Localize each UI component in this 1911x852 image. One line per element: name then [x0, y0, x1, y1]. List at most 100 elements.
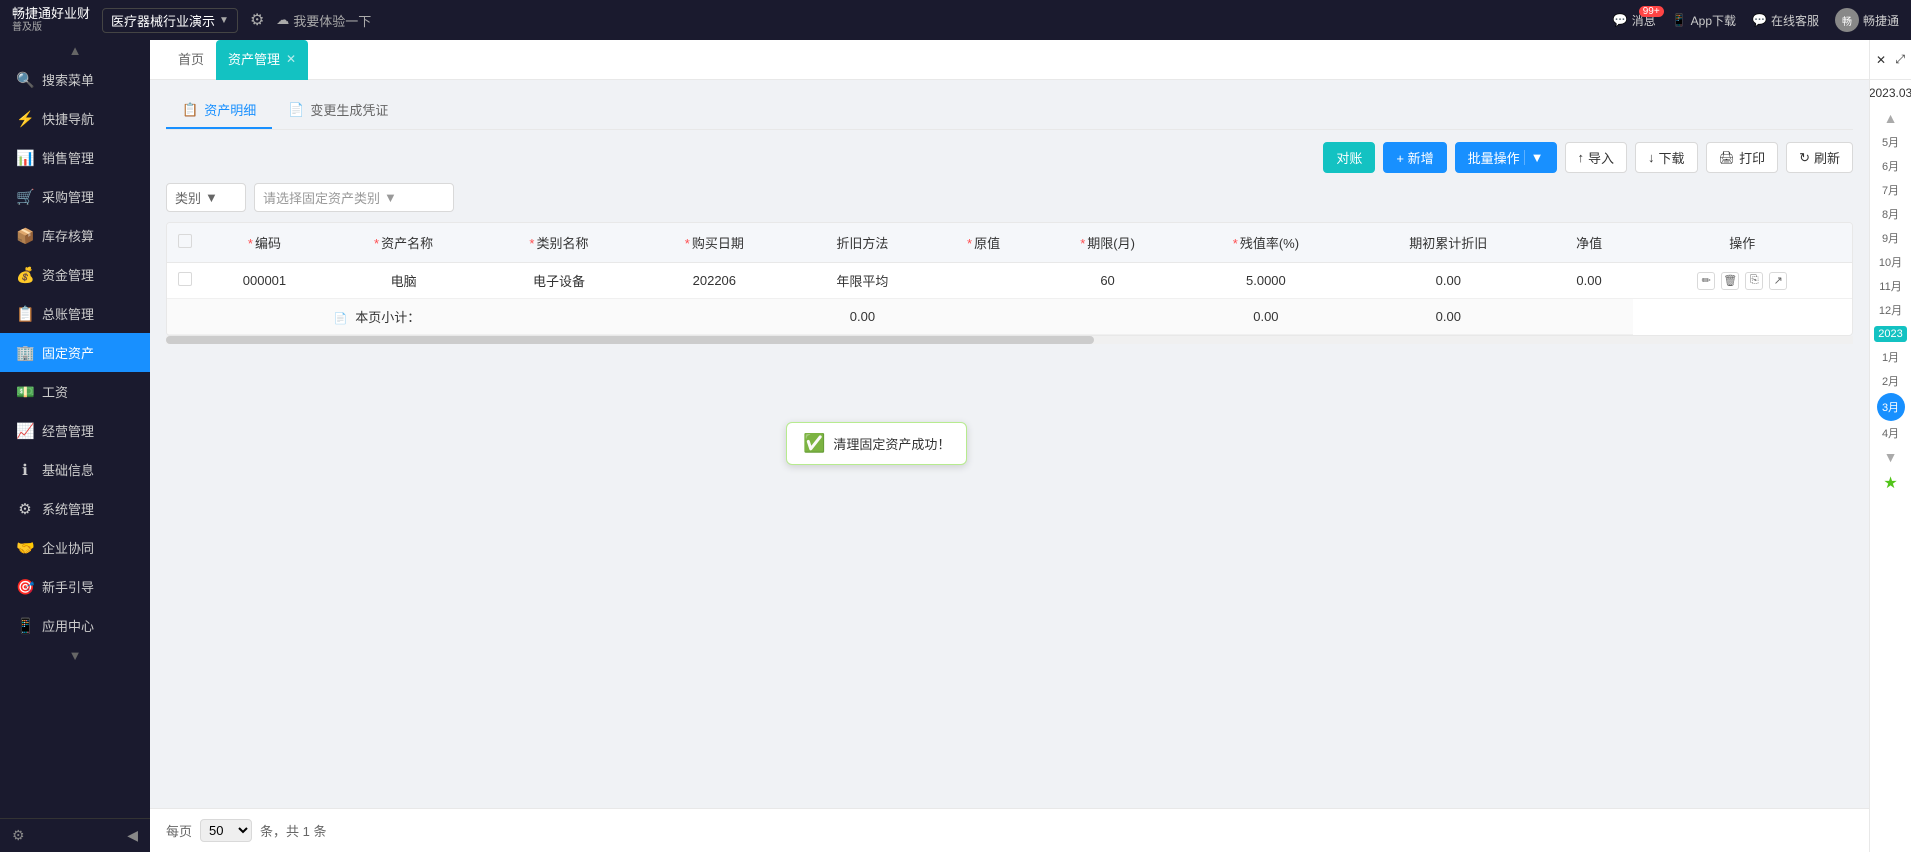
app-version: 普及版: [12, 22, 90, 34]
sidebar-item-finance[interactable]: 💰 资金管理: [0, 255, 150, 294]
tab-close-icon[interactable]: ✕: [286, 52, 296, 66]
new-button[interactable]: + 新增: [1383, 142, 1446, 173]
app-download-btn[interactable]: 📱 App下载: [1672, 12, 1736, 29]
row-name: 电脑: [326, 263, 481, 299]
star-icon: ★: [1883, 475, 1897, 492]
edit-icon[interactable]: ✏: [1697, 272, 1715, 290]
tabs-bar: 首页 资产管理 ✕: [150, 40, 1869, 80]
month-4[interactable]: 4月: [1880, 421, 1901, 445]
subtotal-label: 📄 本页小计：: [326, 299, 792, 335]
page-content: 📋 资产明细 📄 变更生成凭证 对账 + 新增 批量操作 ▼: [150, 80, 1869, 808]
sub-tab-asset-detail[interactable]: 📋 资产明细: [166, 92, 272, 129]
delete-icon[interactable]: 🗑: [1721, 272, 1739, 290]
sidebar-item-sales[interactable]: 📊 销售管理: [0, 138, 150, 177]
sidebar-item-system[interactable]: ⚙ 系统管理: [0, 489, 150, 528]
subtotal-net-value: 0.00: [1351, 299, 1546, 335]
month-12[interactable]: 12月: [1877, 298, 1904, 322]
row-checkbox[interactable]: [167, 263, 203, 299]
year-label: 2023.03: [1869, 80, 1911, 106]
asset-detail-icon: 📋: [182, 102, 198, 118]
experience-btn[interactable]: ☁ 我要体验一下: [276, 11, 371, 30]
duizhang-button[interactable]: 对账: [1323, 142, 1375, 173]
subtotal-original-value: 0.00: [792, 299, 933, 335]
header-checkbox[interactable]: [178, 234, 192, 248]
scroll-down-arrow[interactable]: ▼: [1880, 445, 1902, 469]
asset-table-inner: *编码 *资产名称 *类别名称 *购买日期 折旧方法 *原值 *期限(月) *残…: [167, 223, 1852, 335]
col-purchase-date: *购买日期: [637, 223, 792, 263]
download-button[interactable]: ↓ 下载: [1635, 142, 1698, 173]
horizontal-scrollbar[interactable]: [166, 336, 1853, 344]
gear-icon[interactable]: ⚙: [250, 10, 264, 30]
sidebar-scroll-down[interactable]: ▼: [0, 645, 150, 665]
row-code: 000001: [203, 263, 326, 299]
tab-asset-management[interactable]: 资产管理 ✕: [216, 40, 308, 80]
month-5[interactable]: 5月: [1880, 130, 1901, 154]
sidebar-item-operations[interactable]: 📈 经营管理: [0, 411, 150, 450]
per-page-select[interactable]: 50 100 200: [200, 819, 252, 842]
sidebar-item-quicknav[interactable]: ⚡ 快捷导航: [0, 99, 150, 138]
quicknav-icon: ⚡: [16, 110, 34, 128]
month-2[interactable]: 2月: [1880, 369, 1901, 393]
row-initial-depreciation: 0.00: [1351, 263, 1546, 299]
asset-table: *编码 *资产名称 *类别名称 *购买日期 折旧方法 *原值 *期限(月) *残…: [166, 222, 1853, 336]
message-icon: 💬: [1613, 13, 1628, 27]
company-name: 医疗器械行业演示: [111, 11, 215, 30]
more-icon[interactable]: ↗: [1769, 272, 1787, 290]
month-10[interactable]: 10月: [1877, 250, 1904, 274]
month-3-current[interactable]: 3月: [1877, 393, 1905, 421]
month-6[interactable]: 6月: [1880, 154, 1901, 178]
right-panel-header: ✕ ⤢: [1870, 40, 1911, 80]
row-period: 60: [1034, 263, 1180, 299]
sidebar-item-collab[interactable]: 🤝 企业协同: [0, 528, 150, 567]
scroll-up-arrow[interactable]: ▲: [1880, 106, 1902, 130]
scrollbar-thumb[interactable]: [166, 336, 1094, 344]
print-icon: 🖨: [1719, 150, 1736, 166]
sidebar-item-assets[interactable]: 🏢 固定资产: [0, 333, 150, 372]
app-logo: 畅捷通好业财 普及版: [12, 6, 90, 34]
online-service-btn[interactable]: 💬 在线客服: [1752, 12, 1819, 29]
settings-icon[interactable]: ⚙: [12, 827, 25, 844]
sub-tabs: 📋 资产明细 📄 变更生成凭证: [166, 92, 1853, 130]
month-8[interactable]: 8月: [1880, 202, 1901, 226]
month-11[interactable]: 11月: [1877, 274, 1903, 298]
favorite-icon[interactable]: ★: [1879, 469, 1901, 497]
sidebar-item-guide[interactable]: 🎯 新手引导: [0, 567, 150, 606]
batch-ops-button[interactable]: 批量操作 ▼: [1455, 142, 1557, 173]
company-selector[interactable]: 医疗器械行业演示 ▼: [102, 8, 238, 33]
sidebar-scroll-up[interactable]: ▲: [0, 40, 150, 60]
refresh-button[interactable]: ↻ 刷新: [1786, 142, 1853, 173]
month-9[interactable]: 9月: [1880, 226, 1901, 250]
service-icon: 💬: [1752, 13, 1767, 27]
message-btn[interactable]: 💬 消息 99+: [1613, 12, 1656, 29]
guide-icon: 🎯: [16, 578, 34, 596]
tab-home[interactable]: 首页: [166, 40, 216, 80]
collapse-icon[interactable]: ◀: [127, 827, 138, 844]
sidebar-item-salary[interactable]: 💵 工资: [0, 372, 150, 411]
sidebar-item-search[interactable]: 🔍 搜索菜单: [0, 60, 150, 99]
right-panel-close[interactable]: ✕: [1876, 53, 1886, 67]
sidebar-item-ledger[interactable]: 📋 总账管理: [0, 294, 150, 333]
category-select[interactable]: 类别 ▼: [166, 183, 246, 212]
collab-icon: 🤝: [16, 539, 34, 557]
sidebar-item-basic-info[interactable]: ℹ 基础信息: [0, 450, 150, 489]
category-dropdown-arrow: ▼: [205, 190, 218, 205]
sidebar-item-purchase[interactable]: 🛒 采购管理: [0, 177, 150, 216]
right-panel-expand[interactable]: ⤢: [1895, 52, 1905, 67]
sidebar-item-inventory[interactable]: 📦 库存核算: [0, 216, 150, 255]
company-dropdown-arrow: ▼: [219, 15, 229, 26]
assets-icon: 🏢: [16, 344, 34, 362]
search-icon: 🔍: [16, 71, 34, 89]
month-7[interactable]: 7月: [1880, 178, 1901, 202]
import-button[interactable]: ↑ 导入: [1565, 142, 1628, 173]
copy-icon[interactable]: ⎘: [1745, 272, 1763, 290]
sub-tab-voucher[interactable]: 📄 变更生成凭证: [272, 92, 404, 129]
row-depreciation-method: 年限平均: [792, 263, 933, 299]
table-container: *编码 *资产名称 *类别名称 *购买日期 折旧方法 *原值 *期限(月) *残…: [166, 222, 1853, 344]
month-1[interactable]: 1月: [1880, 345, 1901, 369]
print-button[interactable]: 🖨 打印: [1706, 142, 1779, 173]
user-btn[interactable]: 畅 畅捷通: [1835, 8, 1899, 32]
sidebar-item-apps[interactable]: 📱 应用中心: [0, 606, 150, 645]
category-input[interactable]: 请选择固定资产类别 ▼: [254, 183, 454, 212]
import-icon: ↑: [1578, 150, 1585, 165]
right-panel: ✕ ⤢ 2023.03 ▲ 5月 6月 7月 8月 9月 10月 11月 12月…: [1869, 40, 1911, 852]
